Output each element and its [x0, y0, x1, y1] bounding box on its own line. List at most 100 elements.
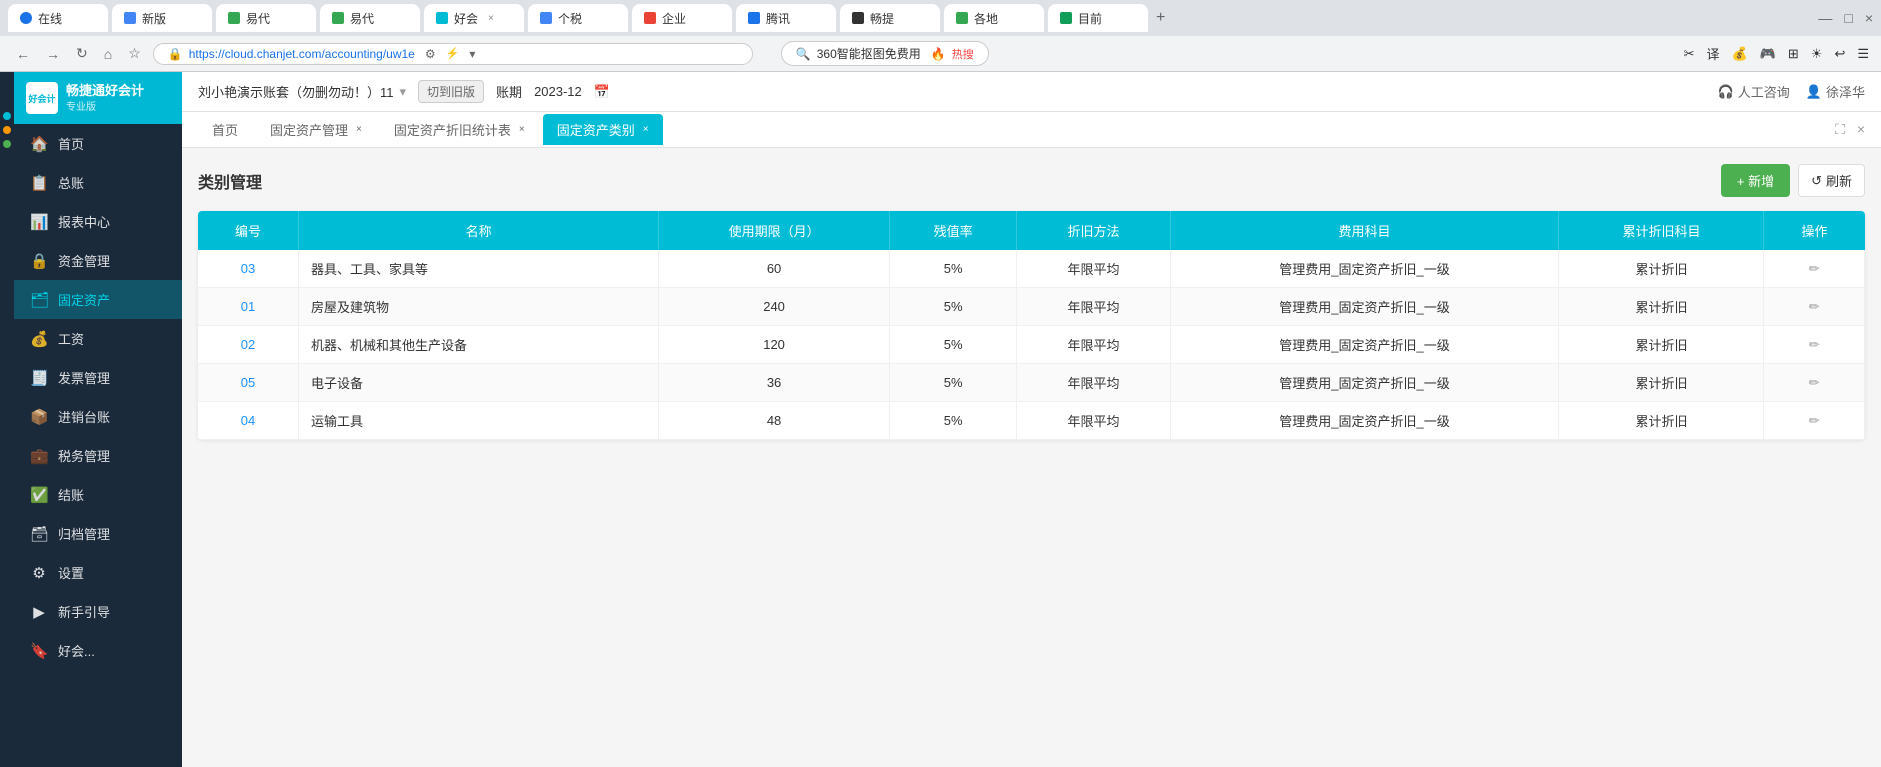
- cell-residual-1: 5%: [889, 288, 1016, 326]
- browser-tab-tengxun[interactable]: 腾讯: [736, 4, 836, 32]
- coin-icon[interactable]: 💰: [1732, 46, 1748, 62]
- logo-subtitle: 专业版: [66, 98, 144, 113]
- company-chevron-icon[interactable]: ▾: [400, 84, 407, 100]
- page-tab-home[interactable]: 首页: [198, 114, 252, 145]
- sidebar-item-stock-label: 进销台账: [58, 407, 110, 426]
- cell-method-2: 年限平均: [1017, 326, 1170, 364]
- sidebar-item-invoice-label: 发票管理: [58, 368, 110, 387]
- page-tab-asset-category[interactable]: 固定资产类别 ×: [543, 114, 663, 145]
- sidebar-item-reports[interactable]: 📊 报表中心: [14, 202, 182, 241]
- page-tab-asset-category-close[interactable]: ×: [643, 124, 649, 135]
- forward-button[interactable]: →: [42, 44, 64, 64]
- edit-icon-0[interactable]: ✏: [1809, 261, 1820, 276]
- browser-tab-yidai2[interactable]: 易代: [320, 4, 420, 32]
- help-button[interactable]: 🎧 人工咨询: [1718, 82, 1790, 101]
- tab-favicon-gedi: [956, 12, 968, 24]
- maximize-button[interactable]: □: [1844, 10, 1852, 26]
- bookmark-button[interactable]: ☆: [124, 43, 145, 64]
- page-tab-fixed-assets-mgmt[interactable]: 固定资产管理 ×: [256, 114, 376, 145]
- sidebar-item-stock[interactable]: 📦 进销台账: [14, 397, 182, 436]
- refresh-data-button[interactable]: ↺ 刷新: [1798, 164, 1865, 197]
- cell-name-1: 房屋及建筑物: [299, 288, 659, 326]
- edit-icon-1[interactable]: ✏: [1809, 299, 1820, 314]
- search-bar[interactable]: 🔍 360智能抠图免费用 🔥 热搜: [781, 41, 989, 66]
- page-tab-depreciation-report[interactable]: 固定资产折旧统计表 ×: [380, 114, 539, 145]
- address-input[interactable]: 🔒 https://cloud.chanjet.com/accounting/u…: [153, 43, 753, 65]
- cell-action-2[interactable]: ✏: [1764, 326, 1865, 364]
- close-window-button[interactable]: ×: [1865, 10, 1873, 26]
- browser-toolbar-icons: ✂ 译 💰 🎮 ⊞ ☀ ↩ ☰: [1684, 44, 1869, 63]
- grid-icon[interactable]: ⊞: [1788, 46, 1799, 62]
- minimize-button[interactable]: —: [1818, 10, 1832, 26]
- col-header-period: 使用期限（月）: [659, 211, 890, 250]
- sidebar-item-archive[interactable]: 🗃 归档管理: [14, 514, 182, 553]
- browser-tab-new[interactable]: 新版: [112, 4, 212, 32]
- sidebar-item-funds[interactable]: 🔒 资金管理: [14, 241, 182, 280]
- browser-tab-haohuiji[interactable]: 好会 ×: [424, 4, 524, 32]
- sidebar-item-fixed-assets[interactable]: 🗂 固定资产: [14, 280, 182, 319]
- header-right: 🎧 人工咨询 👤 徐泽华: [1718, 82, 1865, 101]
- right-panel: 刘小艳演示账套（勿删勿动！）11 ▾ 切到旧版 账期 2023-12 📅 🎧 人…: [182, 72, 1881, 767]
- cell-action-0[interactable]: ✏: [1764, 250, 1865, 288]
- cell-action-1[interactable]: ✏: [1764, 288, 1865, 326]
- sidebar-item-ledger[interactable]: 📋 总账: [14, 163, 182, 202]
- user-info[interactable]: 👤 徐泽华: [1806, 82, 1865, 101]
- col-header-method: 折旧方法: [1017, 211, 1170, 250]
- tabs-expand-icon[interactable]: ⛶ ×: [1835, 121, 1865, 138]
- browser-tab-gedi[interactable]: 各地: [944, 4, 1044, 32]
- home-button[interactable]: ⌂: [100, 44, 116, 64]
- cell-expense-0: 管理费用_固定资产折旧_一级: [1170, 250, 1559, 288]
- tab-label-yidai2: 易代: [350, 10, 374, 27]
- sidebar-item-settings-label: 设置: [58, 563, 84, 582]
- cell-action-4[interactable]: ✏: [1764, 402, 1865, 440]
- browser-tab-geshui[interactable]: 个税: [528, 4, 628, 32]
- sidebar-item-close[interactable]: ✅ 结账: [14, 475, 182, 514]
- browser-tab-qiye[interactable]: 企业: [632, 4, 732, 32]
- back-button[interactable]: ←: [12, 44, 34, 64]
- sidebar-item-home-label: 首页: [58, 134, 84, 153]
- switch-old-version-button[interactable]: 切到旧版: [418, 80, 484, 103]
- tab-label-yidai1: 易代: [246, 10, 270, 27]
- tab-close-haohuiji[interactable]: ×: [488, 13, 494, 24]
- page-tab-fixed-assets-mgmt-close[interactable]: ×: [356, 124, 362, 135]
- browser-tab-online[interactable]: 在线: [8, 4, 108, 32]
- page-tab-depreciation-report-close[interactable]: ×: [519, 124, 525, 135]
- sun-icon[interactable]: ☀: [1811, 46, 1823, 62]
- sidebar-item-salary[interactable]: 💰 工资: [14, 319, 182, 358]
- tab-label-gedi: 各地: [974, 10, 998, 27]
- edit-icon-4[interactable]: ✏: [1809, 413, 1820, 428]
- game-icon[interactable]: 🎮: [1760, 46, 1776, 62]
- sidebar-item-invoice[interactable]: 🧾 发票管理: [14, 358, 182, 397]
- close-tab-icon[interactable]: ×: [1857, 121, 1865, 137]
- edit-icon-2[interactable]: ✏: [1809, 337, 1820, 352]
- tab-favicon-haohuiji: [436, 12, 448, 24]
- sidebar-item-salary-label: 工资: [58, 329, 84, 348]
- sidebar-item-reports-label: 报表中心: [58, 212, 110, 231]
- cell-code-1: 01: [198, 288, 299, 326]
- archive-menu-icon: 🗃: [30, 525, 48, 543]
- browser-tab-muqian[interactable]: 目前: [1048, 4, 1148, 32]
- address-text: https://cloud.chanjet.com/accounting/uw1…: [189, 47, 415, 61]
- menu-icon[interactable]: ☰: [1857, 46, 1869, 62]
- browser-tab-changte[interactable]: 畅提: [840, 4, 940, 32]
- refresh-button[interactable]: ↻: [72, 43, 92, 64]
- edit-icon-3[interactable]: ✏: [1809, 375, 1820, 390]
- browser-tab-yidai1[interactable]: 易代: [216, 4, 316, 32]
- sidebar-item-settings[interactable]: ⚙ 设置: [14, 553, 182, 592]
- sidebar-item-home[interactable]: 🏠 首页: [14, 124, 182, 163]
- add-tab-button[interactable]: +: [1152, 9, 1169, 27]
- translate-icon[interactable]: 译: [1706, 44, 1719, 63]
- sidebar-item-haohui[interactable]: 🔖 好会...: [14, 631, 182, 670]
- cell-code-0: 03: [198, 250, 299, 288]
- calendar-icon[interactable]: 📅: [594, 84, 610, 100]
- cell-action-3[interactable]: ✏: [1764, 364, 1865, 402]
- add-category-button[interactable]: + 新增: [1721, 164, 1790, 197]
- undo-icon[interactable]: ↩: [1834, 46, 1845, 62]
- sidebar-item-guide-label: 新手引导: [58, 602, 110, 621]
- tab-label-qiye: 企业: [662, 10, 686, 27]
- user-avatar-icon: 👤: [1806, 84, 1822, 100]
- sidebar-item-tax[interactable]: 💼 税务管理: [14, 436, 182, 475]
- sidebar-item-guide[interactable]: ▶ 新手引导: [14, 592, 182, 631]
- cell-period-1: 240: [659, 288, 890, 326]
- scissors-icon[interactable]: ✂: [1684, 46, 1695, 62]
